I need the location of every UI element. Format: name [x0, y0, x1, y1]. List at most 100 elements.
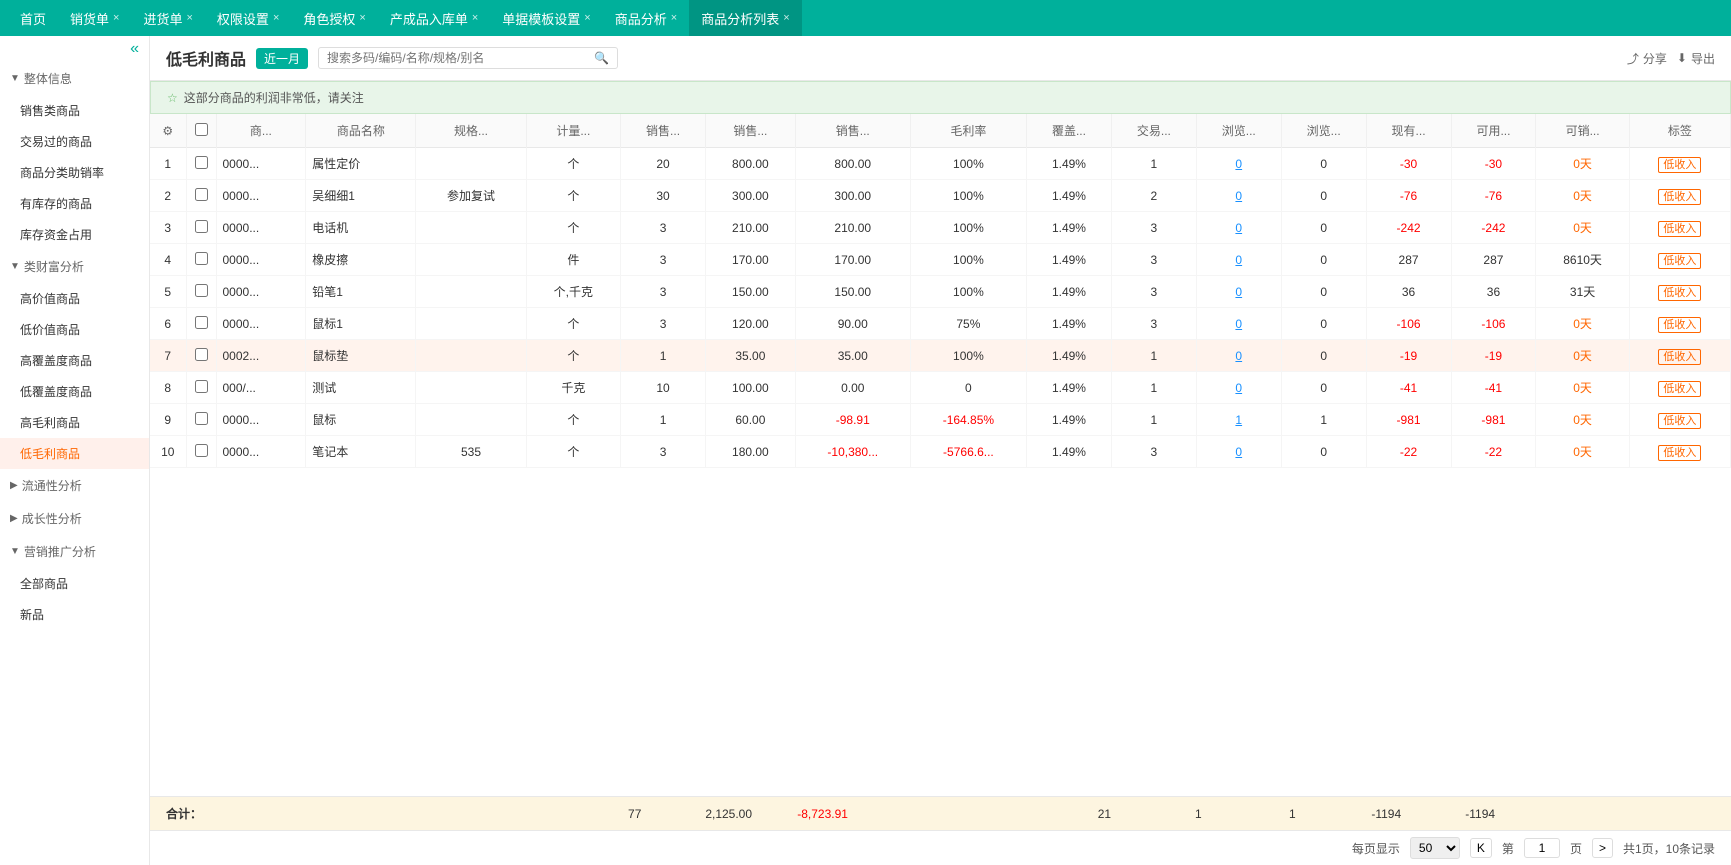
sidebar-item-new-products[interactable]: 新品: [0, 599, 149, 630]
row-checkbox[interactable]: [195, 316, 208, 329]
row-checkbox[interactable]: [195, 156, 208, 169]
close-icon[interactable]: ×: [273, 12, 279, 24]
close-icon[interactable]: ×: [783, 12, 789, 24]
sidebar-group-circulation[interactable]: ▶ 流通性分析: [0, 469, 149, 502]
cell-checkbox[interactable]: [186, 148, 216, 180]
date-tag-btn[interactable]: 近一月: [256, 48, 308, 69]
sidebar-item-low-coverage[interactable]: 低覆盖度商品: [0, 376, 149, 407]
browse1-link[interactable]: 0: [1235, 285, 1242, 299]
browse1-link[interactable]: 0: [1235, 317, 1242, 331]
col-settings[interactable]: ⚙: [150, 114, 186, 148]
cell-checkbox[interactable]: [186, 372, 216, 404]
nav-roles[interactable]: 角色授权 ×: [291, 0, 377, 36]
nav-permissions[interactable]: 权限设置 ×: [205, 0, 291, 36]
cell-checkbox[interactable]: [186, 340, 216, 372]
select-all-checkbox[interactable]: [195, 123, 208, 136]
sidebar-item-all-products[interactable]: 全部商品: [0, 568, 149, 599]
footer-browse1: 1: [1151, 807, 1245, 821]
cell-browse2: 0: [1281, 340, 1366, 372]
row-checkbox[interactable]: [195, 412, 208, 425]
sidebar-group-overall[interactable]: ▼ 整体信息: [0, 62, 149, 95]
cell-coverage: 1.49%: [1027, 404, 1112, 436]
row-checkbox[interactable]: [195, 220, 208, 233]
nav-template[interactable]: 单据模板设置 ×: [490, 0, 602, 36]
sidebar-collapse-btn[interactable]: «: [126, 40, 143, 58]
col-checkbox[interactable]: [186, 114, 216, 148]
per-page-select[interactable]: 50 100 200: [1410, 837, 1460, 859]
nav-product-analysis[interactable]: 商品分析 ×: [603, 0, 689, 36]
close-icon[interactable]: ×: [359, 12, 365, 24]
nav-product-in[interactable]: 产成品入库单 ×: [378, 0, 490, 36]
sidebar-item-high-value[interactable]: 高价值商品: [0, 283, 149, 314]
close-icon[interactable]: ×: [186, 12, 192, 24]
cell-sales-price: 300.00: [706, 180, 796, 212]
cell-tag: 低收入: [1629, 372, 1730, 404]
browse1-link[interactable]: 0: [1235, 253, 1242, 267]
sidebar-item-low-margin[interactable]: 低毛利商品: [0, 438, 149, 469]
nav-home[interactable]: 首页: [8, 0, 58, 36]
sidebar-item-high-coverage[interactable]: 高覆盖度商品: [0, 345, 149, 376]
row-checkbox[interactable]: [195, 444, 208, 457]
sidebar-item-category-rate[interactable]: 商品分类助销率: [0, 157, 149, 188]
cell-browse2: 0: [1281, 372, 1366, 404]
browse1-link[interactable]: 0: [1235, 157, 1242, 171]
chevron-down-icon: ▼: [10, 261, 20, 272]
cell-checkbox[interactable]: [186, 244, 216, 276]
sidebar-item-sales-products[interactable]: 销售类商品: [0, 95, 149, 126]
share-btn[interactable]: ⤴ 分享: [1627, 50, 1667, 67]
cell-checkbox[interactable]: [186, 212, 216, 244]
export-btn[interactable]: ⬇ 导出: [1677, 50, 1715, 67]
sidebar-item-traded-products[interactable]: 交易过的商品: [0, 126, 149, 157]
row-checkbox[interactable]: [195, 348, 208, 361]
next-page-btn[interactable]: >: [1592, 838, 1613, 858]
sidebar-group-marketing[interactable]: ▼ 营销推广分析: [0, 535, 149, 568]
browse1-link[interactable]: 0: [1235, 189, 1242, 203]
browse1-link[interactable]: 0: [1235, 381, 1242, 395]
cell-sales-qty: 3: [621, 244, 706, 276]
cell-tag: 低收入: [1629, 308, 1730, 340]
prev-page-btn[interactable]: K: [1470, 838, 1492, 858]
row-checkbox[interactable]: [195, 252, 208, 265]
sidebar-item-low-value[interactable]: 低价值商品: [0, 314, 149, 345]
cell-checkbox[interactable]: [186, 436, 216, 468]
cell-browse2: 0: [1281, 180, 1366, 212]
row-checkbox[interactable]: [195, 380, 208, 393]
sidebar-group-growth[interactable]: ▶ 成长性分析: [0, 502, 149, 535]
close-icon[interactable]: ×: [113, 12, 119, 24]
nav-sales[interactable]: 销货单 ×: [58, 0, 131, 36]
sidebar-group-wealth[interactable]: ▼ 类财富分析: [0, 250, 149, 283]
cell-checkbox[interactable]: [186, 180, 216, 212]
row-checkbox[interactable]: [195, 284, 208, 297]
nav-product-analysis-list[interactable]: 商品分析列表 ×: [689, 0, 801, 36]
browse1-link[interactable]: 0: [1235, 445, 1242, 459]
cell-spec: [416, 212, 526, 244]
search-input[interactable]: [327, 51, 594, 65]
table-row: 1 0000... 属性定价 个 20 800.00 800.00 100% 1…: [150, 148, 1731, 180]
cell-checkbox[interactable]: [186, 308, 216, 340]
cell-unit: 个: [526, 436, 621, 468]
sidebar-item-inventory-capital[interactable]: 库存资金占用: [0, 219, 149, 250]
cell-spec: [416, 340, 526, 372]
cell-name: 吴细细1: [306, 180, 416, 212]
close-icon[interactable]: ×: [671, 12, 677, 24]
nav-purchase[interactable]: 进货单 ×: [131, 0, 204, 36]
page-label: 第: [1502, 840, 1514, 857]
browse1-link[interactable]: 0: [1235, 349, 1242, 363]
close-icon[interactable]: ×: [472, 12, 478, 24]
cell-gross-rate: 100%: [910, 148, 1026, 180]
share-icon: ⤴: [1627, 50, 1639, 67]
cell-coverage: 1.49%: [1027, 308, 1112, 340]
page-input[interactable]: [1524, 838, 1560, 858]
browse1-link[interactable]: 0: [1235, 221, 1242, 235]
cell-spec: 参加复试: [416, 180, 526, 212]
close-icon[interactable]: ×: [584, 12, 590, 24]
sidebar-item-high-margin[interactable]: 高毛利商品: [0, 407, 149, 438]
cell-checkbox[interactable]: [186, 276, 216, 308]
sidebar-item-in-stock[interactable]: 有库存的商品: [0, 188, 149, 219]
cell-checkbox[interactable]: [186, 404, 216, 436]
row-checkbox[interactable]: [195, 188, 208, 201]
browse1-link[interactable]: 1: [1235, 413, 1242, 427]
cell-sales-profit: 35.00: [795, 340, 910, 372]
cell-sales-price: 150.00: [706, 276, 796, 308]
cell-code: 000/...: [216, 372, 306, 404]
